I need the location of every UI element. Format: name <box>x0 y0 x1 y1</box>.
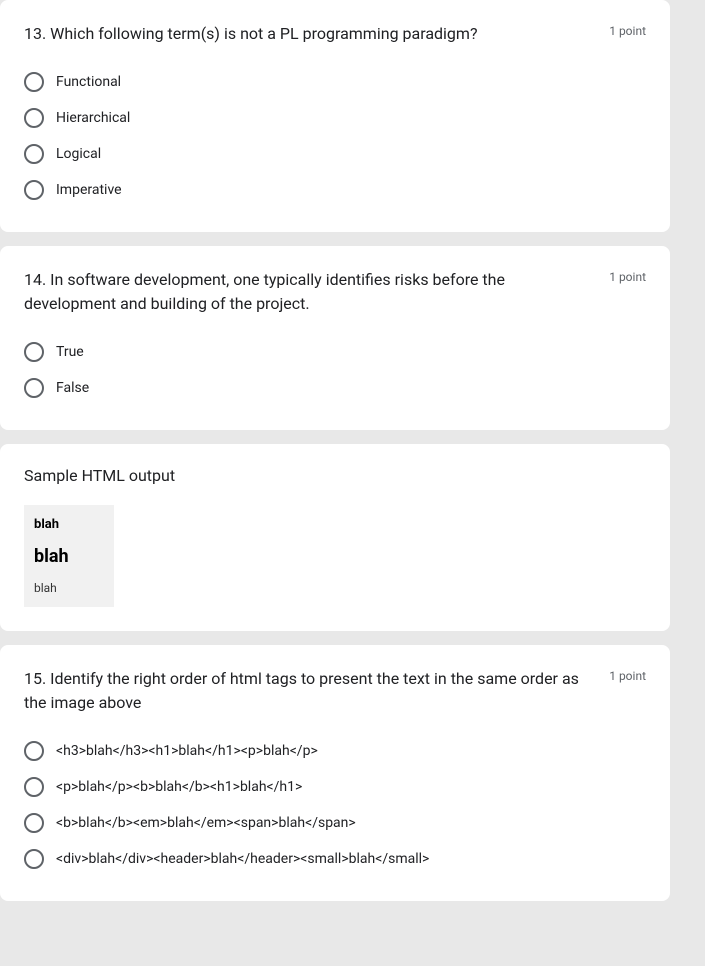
question-card-15: 15. Identify the right order of html tag… <box>0 645 670 901</box>
radio-icon <box>24 741 44 761</box>
sample-heading: Sample HTML output <box>24 466 646 485</box>
radio-option-hierarchical[interactable]: Hierarchical <box>24 100 646 136</box>
option-label: False <box>56 380 89 396</box>
radio-option-functional[interactable]: Functional <box>24 64 646 100</box>
sample-line-2: blah <box>34 546 104 567</box>
question-points: 1 point <box>609 22 646 38</box>
sample-line-1: blah <box>34 517 104 532</box>
question-points: 1 point <box>609 667 646 683</box>
question-card-14: 14. In software development, one typical… <box>0 246 670 430</box>
sample-output-box: blah blah blah <box>24 505 114 607</box>
radio-option-d[interactable]: <div>blah</div><header>blah</header><sma… <box>24 841 646 877</box>
radio-option-logical[interactable]: Logical <box>24 136 646 172</box>
option-label: <p>blah</p><b>blah</b><h1>blah</h1> <box>56 779 302 795</box>
radio-option-b[interactable]: <p>blah</p><b>blah</b><h1>blah</h1> <box>24 769 646 805</box>
radio-option-false[interactable]: False <box>24 370 646 406</box>
option-label: Logical <box>56 146 101 162</box>
sample-card: Sample HTML output blah blah blah <box>0 444 670 631</box>
radio-option-imperative[interactable]: Imperative <box>24 172 646 208</box>
question-title: 14. In software development, one typical… <box>24 268 609 316</box>
option-label: <h3>blah</h3><h1>blah</h1><p>blah</p> <box>56 743 318 759</box>
radio-icon <box>24 72 44 92</box>
question-header: 15. Identify the right order of html tag… <box>24 667 646 715</box>
option-label: True <box>56 344 84 360</box>
question-title: 13. Which following term(s) is not a PL … <box>24 22 609 46</box>
radio-option-a[interactable]: <h3>blah</h3><h1>blah</h1><p>blah</p> <box>24 733 646 769</box>
option-label: Hierarchical <box>56 110 130 126</box>
radio-icon <box>24 108 44 128</box>
radio-icon <box>24 777 44 797</box>
radio-icon <box>24 144 44 164</box>
radio-icon <box>24 180 44 200</box>
question-header: 14. In software development, one typical… <box>24 268 646 316</box>
radio-option-c[interactable]: <b>blah</b><em>blah</em><span>blah</span… <box>24 805 646 841</box>
option-label: Functional <box>56 74 121 90</box>
question-card-13: 13. Which following term(s) is not a PL … <box>0 0 670 232</box>
option-label: Imperative <box>56 182 122 198</box>
sample-line-3: blah <box>34 581 104 595</box>
option-label: <div>blah</div><header>blah</header><sma… <box>56 851 429 867</box>
radio-icon <box>24 378 44 398</box>
option-label: <b>blah</b><em>blah</em><span>blah</span… <box>56 815 356 831</box>
radio-icon <box>24 849 44 869</box>
radio-option-true[interactable]: True <box>24 334 646 370</box>
radio-icon <box>24 342 44 362</box>
question-header: 13. Which following term(s) is not a PL … <box>24 22 646 46</box>
radio-icon <box>24 813 44 833</box>
question-title: 15. Identify the right order of html tag… <box>24 667 609 715</box>
question-points: 1 point <box>609 268 646 284</box>
